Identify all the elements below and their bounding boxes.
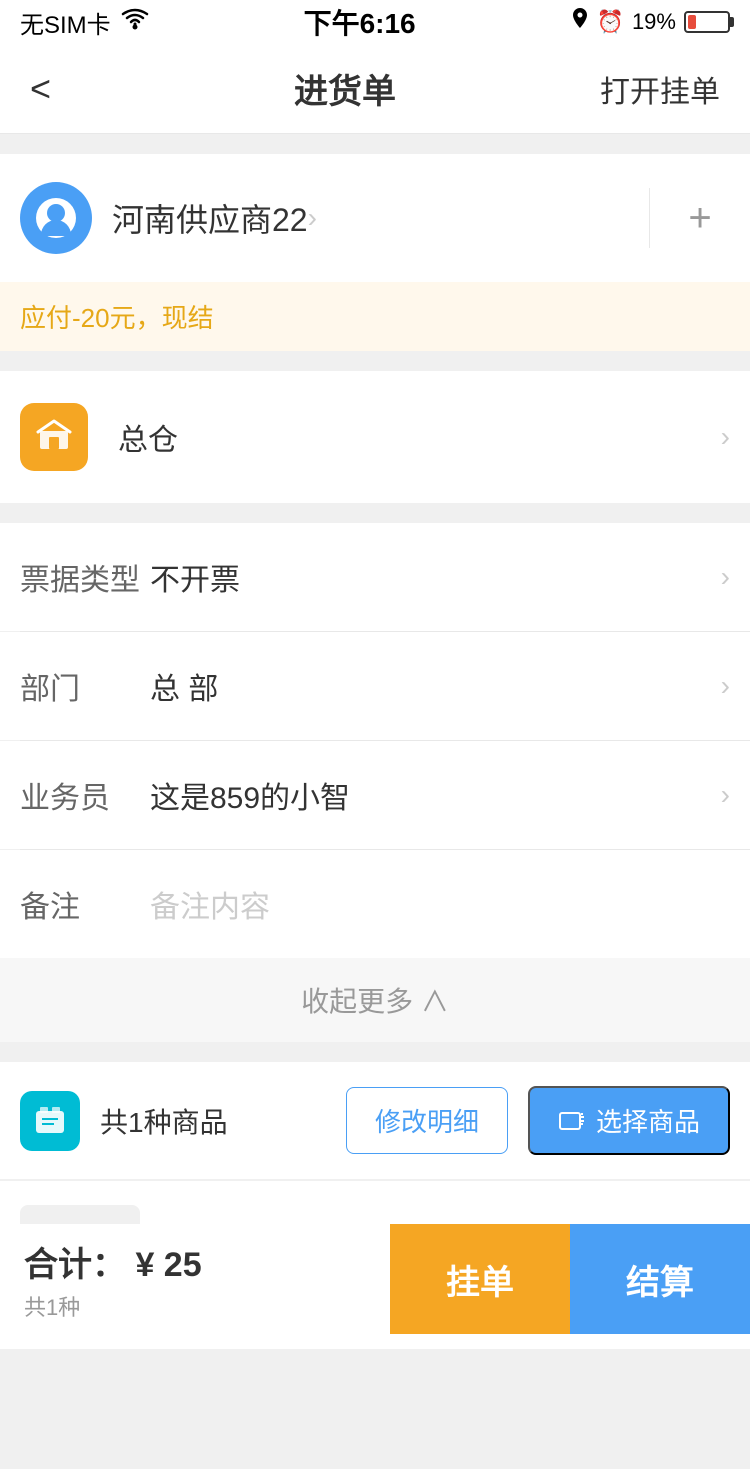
bottom-total: 合计： ¥ 25 共1种 (0, 1224, 390, 1334)
salesperson-label: 业务员 (20, 773, 140, 817)
checkout-button[interactable]: 结算 (570, 1224, 750, 1334)
gap-1 (0, 134, 750, 154)
battery-icon (684, 11, 730, 33)
warehouse-row[interactable]: 总仓 › (0, 371, 750, 503)
back-button[interactable]: < (30, 68, 90, 110)
status-right: ⏰ 19% (571, 8, 730, 36)
invoice-row[interactable]: 票据类型 不开票 › (0, 523, 750, 631)
open-hang-button[interactable]: 打开挂单 (600, 67, 720, 111)
salesperson-arrow-icon: › (721, 779, 730, 811)
supplier-arrow-icon: › (308, 202, 337, 234)
select-product-button[interactable]: 选择商品 (528, 1086, 730, 1155)
sim-signal: 无SIM卡 (20, 5, 111, 40)
battery-percent: 19% (632, 9, 676, 35)
salesperson-value: 这是859的小智 (140, 773, 721, 817)
total-amount: 合计： ¥ 25 (24, 1237, 366, 1286)
total-label: 合计： (24, 1246, 126, 1284)
department-row[interactable]: 部门 总 部 › (0, 632, 750, 740)
notice-text: 应付-20元，现结 (20, 303, 214, 333)
product-header: 共1种商品 修改明细 选择商品 (0, 1062, 750, 1179)
total-count: 共1种 (24, 1290, 366, 1322)
department-arrow-icon: › (721, 670, 730, 702)
product-count-icon (20, 1091, 80, 1151)
location-icon (571, 8, 589, 36)
page-title: 进货单 (294, 64, 396, 113)
remark-label: 备注 (20, 882, 140, 926)
invoice-arrow-icon: › (721, 561, 730, 593)
collapse-text: 收起更多 ∧ (301, 980, 449, 1020)
warehouse-name: 总仓 (108, 415, 721, 459)
warehouse-icon-bg (20, 403, 88, 471)
status-time: 下午6:16 (304, 2, 416, 42)
add-supplier-button[interactable]: + (650, 196, 750, 241)
warehouse-arrow-icon: › (721, 421, 730, 453)
status-bar: 无SIM卡 下午6:16 ⏰ 19% (0, 0, 750, 44)
invoice-value: 不开票 (140, 555, 721, 599)
salesperson-row[interactable]: 业务员 这是859的小智 › (0, 741, 750, 849)
supplier-selector[interactable]: 河南供应商22 › (0, 154, 649, 282)
supplier-name: 河南供应商22 (112, 195, 308, 241)
notice-bar: 应付-20元，现结 (0, 282, 750, 351)
modify-detail-button[interactable]: 修改明细 (346, 1087, 508, 1154)
wifi-icon (121, 8, 149, 37)
gap-2 (0, 351, 750, 371)
supplier-section: 河南供应商22 › + (0, 154, 750, 282)
select-product-label: 选择商品 (596, 1102, 700, 1139)
remark-value[interactable]: 备注内容 (140, 882, 730, 926)
total-value: ¥ 25 (135, 1246, 201, 1284)
product-count-text: 共1种商品 (100, 1101, 326, 1141)
remark-row[interactable]: 备注 备注内容 (0, 850, 750, 958)
gap-3 (0, 503, 750, 523)
gap-4 (0, 1042, 750, 1062)
collapse-row[interactable]: 收起更多 ∧ (0, 958, 750, 1042)
nav-bar: < 进货单 打开挂单 (0, 44, 750, 134)
hang-button[interactable]: 挂单 (390, 1224, 570, 1334)
alarm-icon: ⏰ (597, 9, 624, 35)
department-value: 总 部 (140, 664, 721, 708)
invoice-label: 票据类型 (20, 555, 140, 599)
status-left: 无SIM卡 (20, 5, 149, 40)
department-label: 部门 (20, 664, 140, 708)
bottom-bar: 合计： ¥ 25 共1种 挂单 结算 (0, 1224, 750, 1334)
supplier-avatar (20, 182, 92, 254)
warehouse-icon (36, 415, 72, 460)
